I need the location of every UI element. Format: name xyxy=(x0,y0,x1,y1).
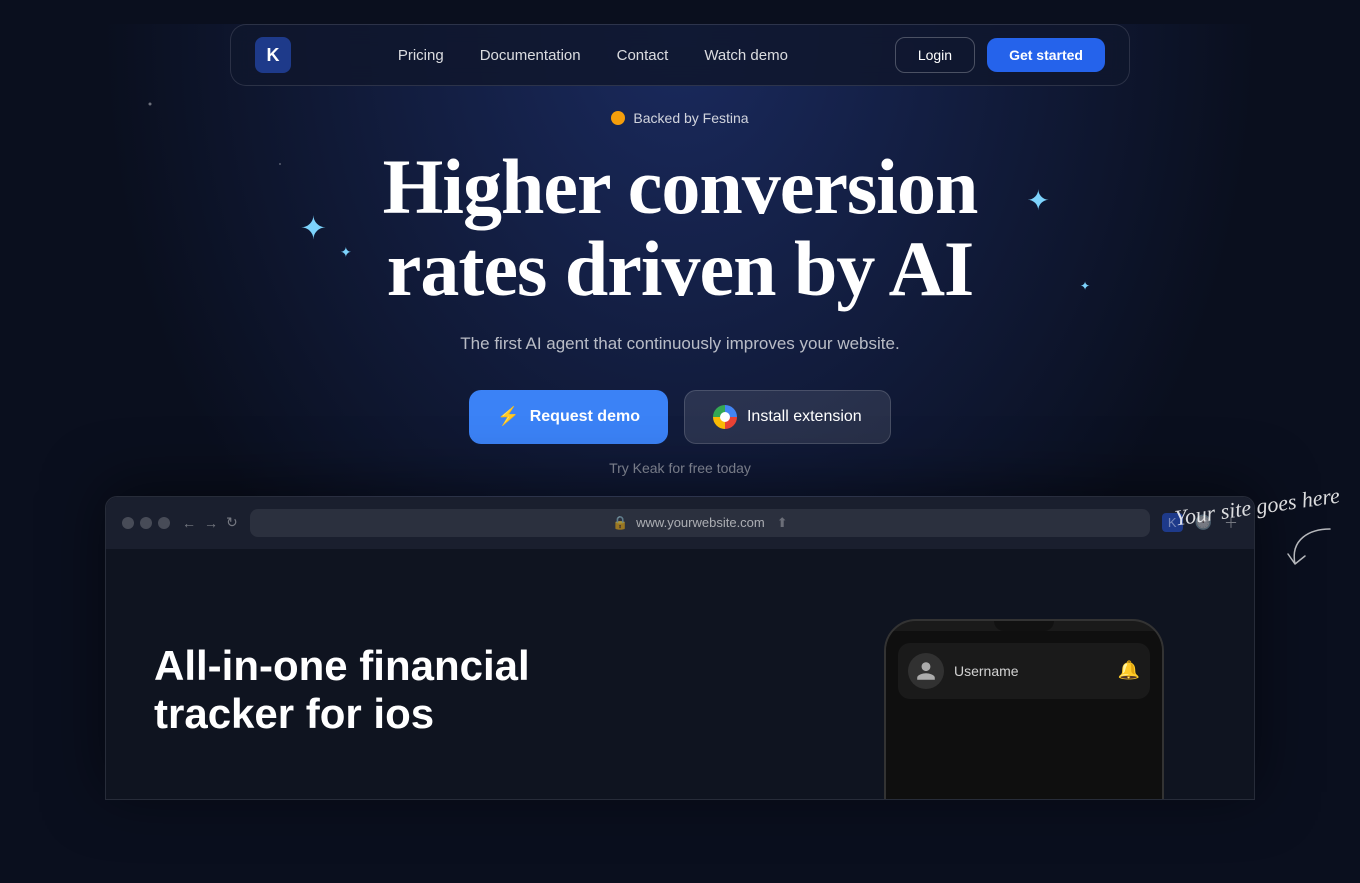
browser-toolbar: ← → ↻ 🔒 www.yourwebsite.com ⬆ K 🕐 ＋ xyxy=(106,497,1254,549)
address-text: www.yourwebsite.com xyxy=(636,515,765,530)
dot-2 xyxy=(140,517,152,529)
plus-icon[interactable]: ＋ xyxy=(1224,513,1238,533)
profile-row: Username 🔔 xyxy=(898,643,1150,699)
get-started-button[interactable]: Get started xyxy=(987,38,1105,72)
username-text: Username xyxy=(954,663,1019,679)
share-icon: ⬆ xyxy=(777,515,788,531)
site-left-content: All-in-one financial tracker for ios xyxy=(106,549,794,799)
phone-body: Username 🔔 xyxy=(886,631,1162,799)
profile-avatar xyxy=(908,653,944,689)
phone-camera xyxy=(994,621,1054,631)
address-bar[interactable]: 🔒 www.yourwebsite.com ⬆ xyxy=(250,509,1150,537)
hero-section: Backed by Festina Higher conversion rate… xyxy=(0,110,1360,476)
nav-item-documentation[interactable]: Documentation xyxy=(480,47,581,64)
notification-icon: 🔔 xyxy=(1118,660,1140,681)
request-demo-button[interactable]: ⚡ Request demo xyxy=(469,390,668,444)
browser-controls: ← → ↻ xyxy=(182,514,238,531)
login-button[interactable]: Login xyxy=(895,37,975,73)
navbar: K Pricing Documentation Contact Watch de… xyxy=(230,24,1130,86)
browser-dots xyxy=(122,517,170,529)
chrome-icon xyxy=(713,405,737,429)
nav-actions: Login Get started xyxy=(895,37,1105,73)
back-icon[interactable]: ← xyxy=(182,515,196,531)
backed-by-badge: Backed by Festina xyxy=(611,110,748,126)
flash-icon: ⚡ xyxy=(497,406,519,427)
browser-content: All-in-one financial tracker for ios Use… xyxy=(106,549,1254,799)
hero-buttons: ⚡ Request demo Install extension xyxy=(0,390,1360,444)
nav-item-watch-demo[interactable]: Watch demo xyxy=(704,47,788,64)
hero-subtitle: The first AI agent that continuously imp… xyxy=(0,334,1360,354)
free-trial-text: Try Keak for free today xyxy=(0,460,1360,476)
forward-icon[interactable]: → xyxy=(204,515,218,531)
browser-icons-right: K 🕐 ＋ xyxy=(1162,513,1238,533)
install-extension-button[interactable]: Install extension xyxy=(684,390,891,444)
site-heading: All-in-one financial tracker for ios xyxy=(154,642,746,739)
hero-title: Higher conversion rates driven by AI xyxy=(0,146,1360,310)
badge-dot xyxy=(611,111,625,125)
logo[interactable]: K xyxy=(255,37,291,73)
clock-icon: 🕐 xyxy=(1195,514,1212,531)
dot-3 xyxy=(158,517,170,529)
browser-mockup: ← → ↻ 🔒 www.yourwebsite.com ⬆ K 🕐 ＋ All-… xyxy=(105,496,1255,800)
nav-item-contact[interactable]: Contact xyxy=(617,47,669,64)
phone-mockup: Username 🔔 xyxy=(884,619,1164,799)
badge-text: Backed by Festina xyxy=(633,110,748,126)
nav-item-pricing[interactable]: Pricing xyxy=(398,47,444,64)
refresh-icon[interactable]: ↻ xyxy=(226,514,238,531)
dot-1 xyxy=(122,517,134,529)
lock-icon: 🔒 xyxy=(612,515,628,531)
keak-browser-logo: K xyxy=(1162,513,1183,532)
user-icon xyxy=(915,660,937,682)
nav-links: Pricing Documentation Contact Watch demo xyxy=(398,47,788,64)
site-right-content: Username 🔔 xyxy=(794,549,1254,799)
